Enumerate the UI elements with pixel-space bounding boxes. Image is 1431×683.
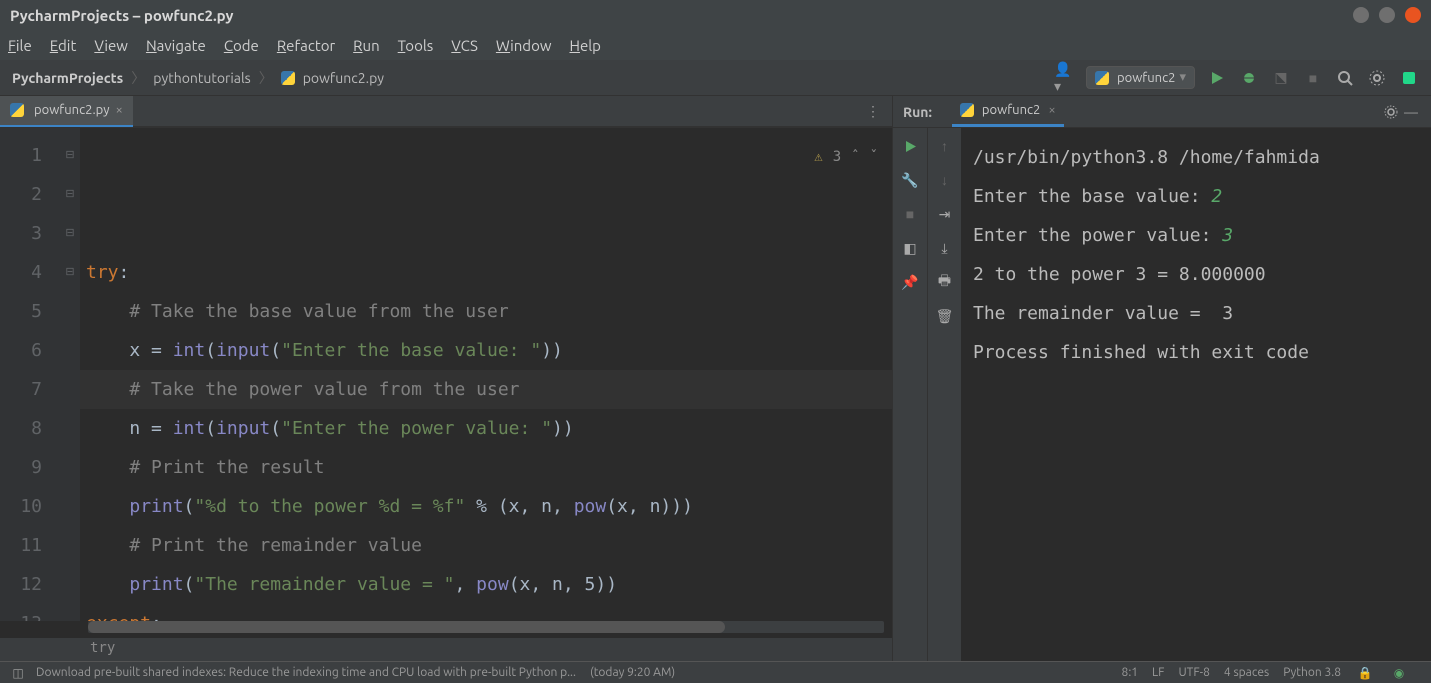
- lock-icon[interactable]: 🔒: [1355, 663, 1375, 683]
- warning-icon[interactable]: ⚠: [814, 138, 822, 177]
- menu-tools[interactable]: Tools: [398, 37, 434, 54]
- python-icon: [10, 103, 24, 117]
- code-line[interactable]: # Take the power value from the user: [80, 370, 892, 409]
- menu-file[interactable]: File: [8, 37, 32, 54]
- code-line[interactable]: # Print the remainder value: [80, 526, 892, 565]
- run-config-label: powfunc2: [1117, 71, 1175, 85]
- file-encoding[interactable]: UTF-8: [1178, 666, 1209, 679]
- code-line[interactable]: # Take the base value from the user: [80, 292, 892, 331]
- menu-run[interactable]: Run: [353, 37, 380, 54]
- run-button[interactable]: [1207, 68, 1227, 88]
- stop-button[interactable]: ■: [1303, 68, 1323, 88]
- indent-info[interactable]: 4 spaces: [1224, 666, 1269, 679]
- trash-icon[interactable]: 🗑: [935, 306, 955, 326]
- minimize-button[interactable]: [1353, 7, 1369, 23]
- menu-window[interactable]: Window: [496, 37, 552, 54]
- caret-position[interactable]: 8:1: [1122, 666, 1139, 679]
- run-header: Run: powfunc2 × —: [893, 96, 1431, 128]
- code-context: try: [0, 637, 892, 661]
- fold-gutter[interactable]: ⊟⊟⊟⊟: [60, 128, 80, 621]
- console-output[interactable]: /usr/bin/python3.8 /home/fahmidaEnter th…: [961, 128, 1431, 661]
- code-line[interactable]: # Print the result: [80, 448, 892, 487]
- pin-icon[interactable]: 📌: [900, 272, 920, 292]
- chevron-down-icon[interactable]: ˇ: [870, 138, 878, 177]
- menubar: File Edit View Navigate Code Refactor Run Tools…: [0, 30, 1431, 60]
- up-icon[interactable]: ↑: [935, 136, 955, 156]
- settings-icon[interactable]: [1367, 68, 1387, 88]
- debug-button[interactable]: [1239, 68, 1259, 88]
- ide-icon[interactable]: [1399, 68, 1419, 88]
- navbar: PycharmProjects 〉 pythontutorials 〉 powf…: [0, 60, 1431, 96]
- titlebar: PycharmProjects – powfunc2.py: [0, 0, 1431, 30]
- notify-icon[interactable]: ◉: [1389, 663, 1409, 683]
- sdk-info[interactable]: Python 3.8: [1283, 666, 1341, 679]
- run-config-selector[interactable]: powfunc2 ▾: [1086, 66, 1195, 89]
- status-message[interactable]: Download pre-built shared indexes: Reduc…: [36, 666, 576, 679]
- editor-pane: powfunc2.py × ⋮ 12345678910111213 ⊟⊟⊟⊟ ⚠…: [0, 96, 893, 661]
- more-icon[interactable]: ⋮: [864, 101, 884, 121]
- coverage-button[interactable]: ⬔: [1271, 68, 1291, 88]
- code-line[interactable]: try:: [80, 253, 892, 292]
- hide-icon[interactable]: —: [1401, 102, 1421, 122]
- breadcrumb-folder[interactable]: pythontutorials: [153, 70, 250, 86]
- layout-icon[interactable]: ◧: [900, 238, 920, 258]
- python-icon: [1095, 71, 1109, 85]
- warning-count: 3: [833, 138, 841, 177]
- menu-help[interactable]: Help: [569, 37, 600, 54]
- code-area[interactable]: ⚠ 3 ˆ ˇ try: # Take the base value from …: [80, 128, 892, 621]
- close-button[interactable]: [1405, 7, 1421, 23]
- run-toolbar-right: ↑ ↓ ⇥ ⤓ 🖶 🗑: [927, 128, 961, 661]
- statusbar: ◫ Download pre-built shared indexes: Red…: [0, 661, 1431, 683]
- code-line[interactable]: n = int(input("Enter the power value: ")…: [80, 409, 892, 448]
- python-icon: [281, 71, 295, 85]
- menu-view[interactable]: View: [94, 37, 128, 54]
- run-tab-label: powfunc2: [982, 103, 1040, 117]
- close-tab-icon[interactable]: ×: [116, 103, 123, 117]
- menu-edit[interactable]: Edit: [50, 37, 77, 54]
- users-icon[interactable]: 👤▾: [1054, 68, 1074, 88]
- tool-window-icon[interactable]: ◫: [8, 663, 28, 683]
- rerun-icon[interactable]: [900, 136, 920, 156]
- search-icon[interactable]: [1335, 68, 1355, 88]
- editor-tabbar: powfunc2.py × ⋮: [0, 96, 892, 128]
- menu-navigate[interactable]: Navigate: [146, 37, 206, 54]
- window-title: PycharmProjects – powfunc2.py: [10, 7, 233, 24]
- editor-tab[interactable]: powfunc2.py ×: [0, 96, 133, 127]
- code-line[interactable]: print("The remainder value = ", pow(x, n…: [80, 565, 892, 604]
- menu-code[interactable]: Code: [224, 37, 259, 54]
- wrench-icon[interactable]: 🔧: [900, 170, 920, 190]
- print-icon[interactable]: 🖶: [935, 272, 955, 292]
- wrap-icon[interactable]: ⇥: [935, 204, 955, 224]
- scroll-icon[interactable]: ⤓: [935, 238, 955, 258]
- run-label: Run:: [903, 104, 932, 120]
- close-tab-icon[interactable]: ×: [1048, 103, 1055, 117]
- breadcrumb: PycharmProjects 〉 pythontutorials 〉 powf…: [12, 68, 384, 88]
- chevron-up-icon[interactable]: ˆ: [851, 138, 859, 177]
- run-tab[interactable]: powfunc2 ×: [952, 96, 1064, 127]
- line-gutter: 12345678910111213: [0, 128, 60, 621]
- menu-vcs[interactable]: VCS: [451, 37, 478, 54]
- code-line[interactable]: except:: [80, 604, 892, 621]
- maximize-button[interactable]: [1379, 7, 1395, 23]
- line-separator[interactable]: LF: [1152, 666, 1164, 679]
- editor-body[interactable]: 12345678910111213 ⊟⊟⊟⊟ ⚠ 3 ˆ ˇ try: # Ta…: [0, 128, 892, 621]
- code-line[interactable]: x = int(input("Enter the base value: ")): [80, 331, 892, 370]
- stop-icon[interactable]: ■: [900, 204, 920, 224]
- code-line[interactable]: print("%d to the power %d = %f" % (x, n,…: [80, 487, 892, 526]
- tab-label: powfunc2.py: [34, 103, 110, 117]
- gear-icon[interactable]: [1381, 102, 1401, 122]
- status-time: (today 9:20 AM): [590, 666, 675, 679]
- breadcrumb-root[interactable]: PycharmProjects: [12, 70, 123, 86]
- down-icon[interactable]: ↓: [935, 170, 955, 190]
- run-tool-window: Run: powfunc2 × — 🔧 ■ ◧ 📌 ↑ ↓: [893, 96, 1431, 661]
- python-icon: [960, 103, 974, 117]
- menu-refactor[interactable]: Refactor: [277, 37, 335, 54]
- breadcrumb-file[interactable]: powfunc2.py: [303, 70, 384, 86]
- run-toolbar-left: 🔧 ■ ◧ 📌: [893, 128, 927, 661]
